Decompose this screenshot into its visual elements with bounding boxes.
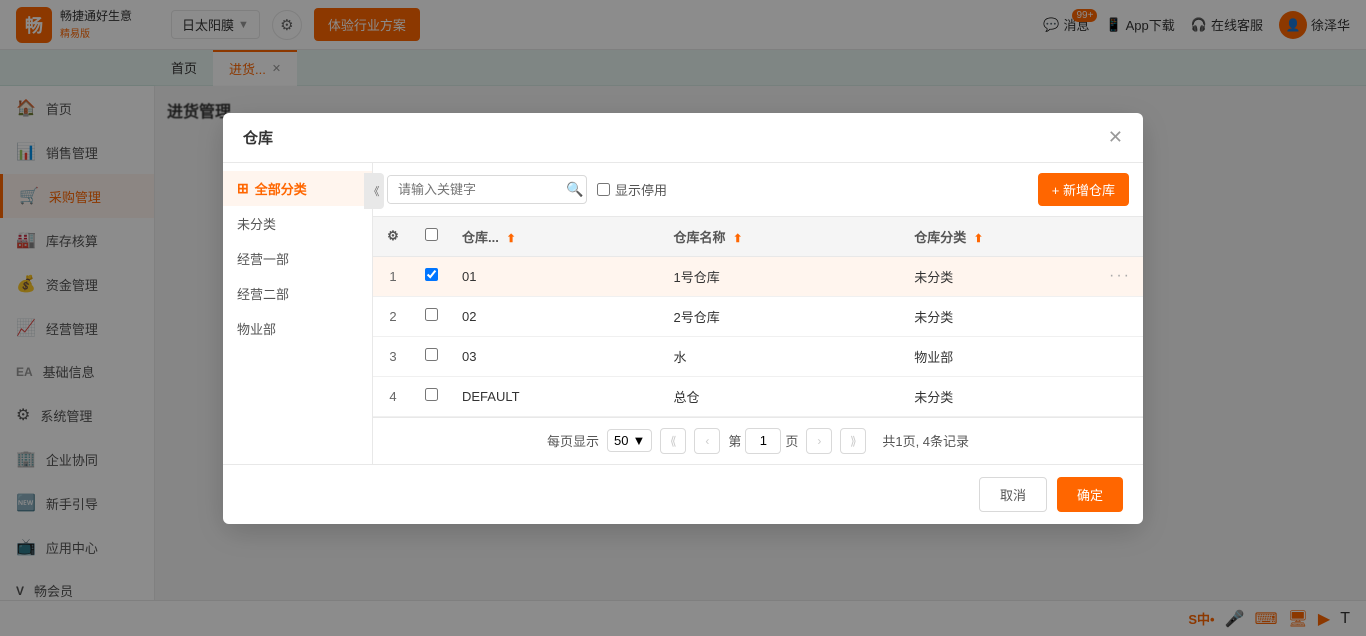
row-code: 02 [450, 296, 661, 336]
collapse-icon: 《 [369, 183, 380, 199]
table-row[interactable]: 4 DEFAULT 总仓 未分类 [373, 376, 1143, 416]
category-panel: ⊞ 全部分类 未分类 经营一部 经营二部 物业部 《 [223, 163, 373, 464]
modal-title: 仓库 [243, 127, 273, 148]
row-action-dots[interactable]: ··· [1109, 267, 1131, 285]
modal-header: 仓库 ✕ [223, 113, 1143, 163]
table-row[interactable]: 3 03 水 物业部 [373, 336, 1143, 376]
search-icon[interactable]: 🔍 [558, 181, 587, 198]
table-row[interactable]: 1 01 1号仓库 未分类 ··· [373, 256, 1143, 296]
search-input-wrap: 🔍 [387, 175, 587, 204]
grid-icon: ⊞ [237, 180, 249, 197]
show-disabled-text: 显示停用 [615, 180, 667, 199]
category-all-item[interactable]: ⊞ 全部分类 [223, 171, 372, 206]
modal-overlay: 仓库 ✕ ⊞ 全部分类 未分类 经营一部 经营二部 [0, 0, 1366, 636]
per-page-label: 每页显示 [547, 431, 599, 450]
sort-icon-code: ⬆ [506, 233, 515, 245]
page-input-wrap: 第 页 [728, 428, 798, 454]
modal-close-button[interactable]: ✕ [1108, 128, 1123, 146]
row-category: 未分类 ··· [902, 256, 1143, 296]
row-name: 1号仓库 [661, 256, 902, 296]
warehouse-table: ⚙ 仓库... ⬆ 仓库名称 ⬆ 仓库分类 ⬆ [373, 217, 1143, 417]
row-category: 未分类 [902, 296, 1143, 336]
page-number-input[interactable] [745, 428, 781, 454]
row-name: 2号仓库 [661, 296, 902, 336]
row-checkbox-cell [413, 256, 450, 296]
row-checkbox-cell [413, 336, 450, 376]
data-table: ⚙ 仓库... ⬆ 仓库名称 ⬆ 仓库分类 ⬆ [373, 217, 1143, 417]
warehouse-modal: 仓库 ✕ ⊞ 全部分类 未分类 经营一部 经营二部 [223, 113, 1143, 524]
row-code: DEFAULT [450, 376, 661, 416]
show-disabled-checkbox[interactable] [597, 183, 610, 196]
row-num: 1 [373, 256, 413, 296]
row-code: 01 [450, 256, 661, 296]
page-last-button[interactable]: ⟫ [840, 428, 866, 454]
row-checkbox-cell [413, 296, 450, 336]
table-header-row: ⚙ 仓库... ⬆ 仓库名称 ⬆ 仓库分类 ⬆ [373, 217, 1143, 257]
col-category: 仓库分类 ⬆ [902, 217, 1143, 257]
row-category: 未分类 [902, 376, 1143, 416]
category-item-uncat[interactable]: 未分类 [223, 206, 372, 241]
modal-body: ⊞ 全部分类 未分类 经营一部 经营二部 物业部 《 [223, 163, 1143, 464]
table-toolbar: 🔍 显示停用 + 新增仓库 [373, 163, 1143, 217]
row-checkbox[interactable] [425, 348, 438, 361]
sort-icon-category: ⬆ [974, 233, 983, 245]
page-first-button[interactable]: ⟪ [660, 428, 686, 454]
row-num: 2 [373, 296, 413, 336]
row-checkbox[interactable] [425, 308, 438, 321]
row-num: 4 [373, 376, 413, 416]
category-all-label: 全部分类 [255, 179, 307, 198]
col-settings: ⚙ [373, 217, 413, 257]
page-prev-button[interactable]: ‹ [694, 428, 720, 454]
page-next-button[interactable]: › [806, 428, 832, 454]
col-checkbox [413, 217, 450, 257]
row-name: 总仓 [661, 376, 902, 416]
category-item-ops1[interactable]: 经营一部 [223, 241, 372, 276]
row-checkbox[interactable] [425, 388, 438, 401]
category-item-property[interactable]: 物业部 [223, 311, 372, 346]
cancel-button[interactable]: 取消 [979, 477, 1047, 512]
page-suffix-label: 页 [785, 431, 798, 450]
collapse-panel-button[interactable]: 《 [364, 173, 384, 209]
per-page-dropdown-icon: ▼ [632, 433, 645, 448]
add-warehouse-button[interactable]: + 新增仓库 [1038, 173, 1129, 206]
pagination: 每页显示 50 ▼ ⟪ ‹ 第 页 › ⟫ 共1页, 4条记录 [373, 417, 1143, 464]
row-num: 3 [373, 336, 413, 376]
search-input[interactable] [388, 176, 558, 203]
row-code: 03 [450, 336, 661, 376]
page-prefix-label: 第 [728, 431, 741, 450]
row-category: 物业部 [902, 336, 1143, 376]
category-item-ops2[interactable]: 经营二部 [223, 276, 372, 311]
confirm-button[interactable]: 确定 [1057, 477, 1123, 512]
table-panel: 🔍 显示停用 + 新增仓库 ⚙ [373, 163, 1143, 464]
table-body: 1 01 1号仓库 未分类 ··· 2 02 2号仓库 未分类 3 [373, 256, 1143, 416]
modal-footer: 取消 确定 [223, 464, 1143, 524]
sort-icon-name: ⬆ [733, 233, 742, 245]
row-checkbox[interactable] [425, 268, 438, 281]
table-row[interactable]: 2 02 2号仓库 未分类 [373, 296, 1143, 336]
row-name: 水 [661, 336, 902, 376]
row-checkbox-cell [413, 376, 450, 416]
select-all-checkbox[interactable] [425, 228, 438, 241]
per-page-select[interactable]: 50 ▼ [607, 429, 652, 452]
col-name: 仓库名称 ⬆ [661, 217, 902, 257]
page-total-label: 共1页, 4条记录 [882, 431, 969, 450]
col-code: 仓库... ⬆ [450, 217, 661, 257]
show-disabled-label[interactable]: 显示停用 [597, 180, 667, 199]
